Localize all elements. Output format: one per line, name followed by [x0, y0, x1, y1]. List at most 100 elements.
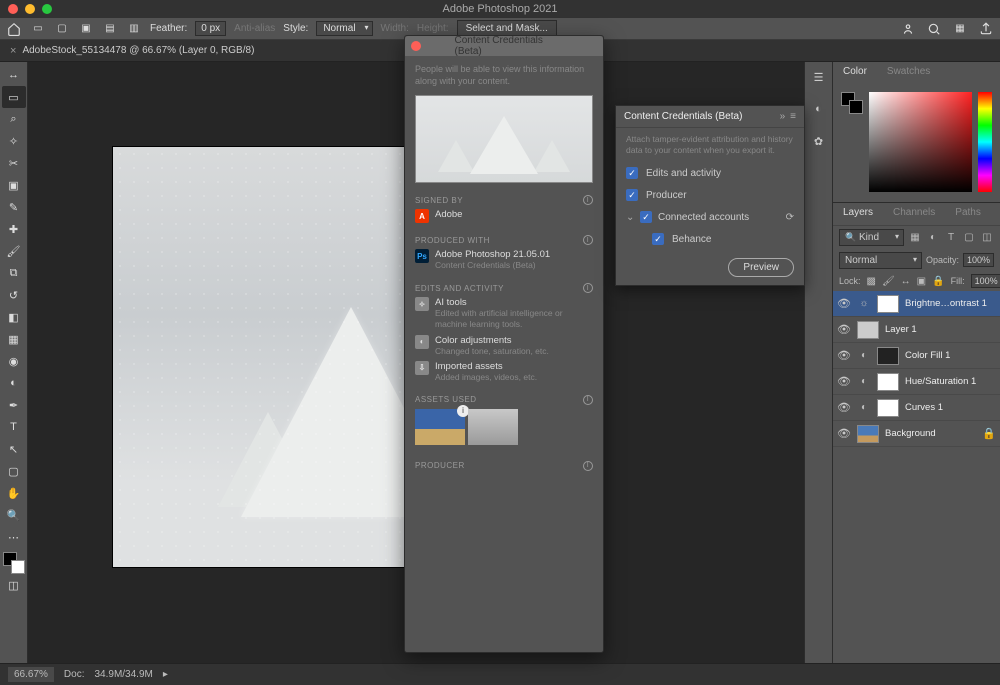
frame-tool[interactable]: ▣ — [2, 174, 26, 196]
healing-tool[interactable]: ✚ — [2, 218, 26, 240]
filter-kind-select[interactable]: 🔍 Kind — [839, 229, 904, 246]
layer-row[interactable]: 👁 Background 🔒 — [833, 421, 1000, 447]
window-minimize[interactable] — [25, 4, 35, 14]
lock-pixels-icon[interactable]: 🖌 — [882, 274, 895, 288]
layer-name[interactable]: Background — [885, 428, 976, 439]
style-select[interactable]: Normal — [316, 21, 372, 36]
lock-position-icon[interactable]: ↔ — [901, 274, 911, 288]
producer-checkbox[interactable]: ✓ — [626, 189, 638, 201]
layer-row[interactable]: 👁 ◐ Curves 1 — [833, 395, 1000, 421]
filter-shape-icon[interactable]: ▢ — [962, 231, 976, 245]
move-tool[interactable]: ↔ — [2, 64, 26, 86]
blur-tool[interactable]: ◉ — [2, 350, 26, 372]
add-selection-icon[interactable]: ▣ — [78, 21, 94, 37]
eyedropper-tool[interactable]: ✎ — [2, 196, 26, 218]
modal-close[interactable] — [411, 41, 421, 51]
path-tool[interactable]: ↖ — [2, 438, 26, 460]
share-icon[interactable] — [900, 21, 916, 37]
filter-smart-icon[interactable]: ◫ — [980, 231, 994, 245]
channels-tab[interactable]: Channels — [883, 203, 945, 225]
edits-checkbox[interactable]: ✓ — [626, 167, 638, 179]
color-field[interactable] — [869, 92, 972, 192]
libraries-icon[interactable]: ☰ — [810, 68, 828, 86]
new-selection-icon[interactable]: ▢ — [54, 21, 70, 37]
blend-mode-select[interactable]: Normal — [839, 252, 922, 269]
asset-thumbnail[interactable] — [468, 409, 518, 445]
lock-artboard-icon[interactable]: ▣ — [917, 274, 926, 288]
color-well[interactable] — [3, 552, 25, 574]
asset-thumbnail[interactable]: i — [415, 409, 465, 445]
dodge-tool[interactable]: ◐ — [2, 372, 26, 394]
hue-slider[interactable] — [978, 92, 992, 192]
zoom-level[interactable]: 66.67% — [8, 667, 54, 682]
filter-pixel-icon[interactable]: ▦ — [908, 231, 922, 245]
close-tab-icon[interactable]: × — [10, 45, 16, 57]
layer-row[interactable]: 👁 Layer 1 — [833, 317, 1000, 343]
shape-tool[interactable]: ▢ — [2, 460, 26, 482]
swatches-tab[interactable]: Swatches — [877, 62, 940, 84]
quick-mask-toggle[interactable]: ◫ — [2, 574, 26, 596]
opacity-input[interactable]: 100% — [963, 253, 994, 267]
filter-type-icon[interactable]: T — [944, 231, 958, 245]
marquee-icon[interactable]: ▭ — [30, 21, 46, 37]
lock-transparency-icon[interactable]: ▩ — [867, 274, 876, 288]
intersect-selection-icon[interactable]: ▥ — [126, 21, 142, 37]
visibility-icon[interactable]: 👁 — [837, 349, 851, 363]
collapse-icon[interactable]: » — [780, 111, 786, 122]
layer-thumbnail[interactable] — [857, 425, 879, 443]
chevron-right-icon[interactable]: ▸ — [163, 669, 168, 680]
stamp-tool[interactable]: ⧉ — [2, 262, 26, 284]
subtract-selection-icon[interactable]: ▤ — [102, 21, 118, 37]
info-icon[interactable]: i — [583, 461, 593, 471]
layer-thumbnail[interactable] — [877, 347, 899, 365]
home-icon[interactable] — [6, 21, 22, 37]
layer-name[interactable]: Layer 1 — [885, 324, 996, 335]
paths-tab[interactable]: Paths — [945, 203, 991, 225]
color-tab[interactable]: Color — [833, 62, 877, 84]
lasso-tool[interactable]: ⌕ — [2, 108, 26, 130]
layer-thumbnail[interactable] — [877, 295, 899, 313]
adjustments-icon[interactable]: ◐ — [810, 100, 828, 118]
layer-thumbnail[interactable] — [877, 373, 899, 391]
layer-name[interactable]: Brightne…ontrast 1 — [905, 298, 996, 309]
layer-row[interactable]: 👁 ◐ Color Fill 1 — [833, 343, 1000, 369]
visibility-icon[interactable]: 👁 — [837, 375, 851, 389]
type-tool[interactable]: T — [2, 416, 26, 438]
behance-checkbox[interactable]: ✓ — [652, 233, 664, 245]
layer-row[interactable]: 👁 ◐ Hue/Saturation 1 — [833, 369, 1000, 395]
layer-name[interactable]: Hue/Saturation 1 — [905, 376, 996, 387]
eraser-tool[interactable]: ◧ — [2, 306, 26, 328]
brush-tool[interactable]: 🖌 — [2, 240, 26, 262]
window-maximize[interactable] — [42, 4, 52, 14]
info-icon[interactable]: i — [583, 395, 593, 405]
layer-thumbnail[interactable] — [877, 399, 899, 417]
window-close[interactable] — [8, 4, 18, 14]
document-tab[interactable]: × AdobeStock_55134478 @ 66.67% (Layer 0,… — [0, 40, 264, 61]
fill-input[interactable]: 100% — [971, 274, 1000, 288]
crop-tool[interactable]: ✂ — [2, 152, 26, 174]
content-credentials-icon[interactable]: ✿ — [810, 132, 828, 150]
visibility-icon[interactable]: 👁 — [837, 427, 851, 441]
preview-button[interactable]: Preview — [728, 258, 794, 277]
feather-input[interactable]: 0 px — [195, 21, 226, 36]
info-icon[interactable]: i — [583, 235, 593, 245]
menu-icon[interactable]: ≡ — [790, 111, 796, 122]
lock-all-icon[interactable]: 🔒 — [932, 274, 944, 288]
connected-checkbox[interactable]: ✓ — [640, 211, 652, 223]
hand-tool[interactable]: ✋ — [2, 482, 26, 504]
visibility-icon[interactable]: 👁 — [837, 401, 851, 415]
layer-row[interactable]: 👁 ☼ Brightne…ontrast 1 — [833, 291, 1000, 317]
layers-tab[interactable]: Layers — [833, 203, 883, 225]
zoom-tool[interactable]: 🔍 — [2, 504, 26, 526]
refresh-icon[interactable]: ⟳ — [786, 212, 794, 223]
info-icon[interactable]: i — [583, 283, 593, 293]
filter-adjust-icon[interactable]: ◐ — [926, 231, 940, 245]
modal-titlebar[interactable]: Content Credentials (Beta) — [405, 36, 603, 56]
panel-color-well[interactable] — [841, 92, 863, 114]
layer-name[interactable]: Curves 1 — [905, 402, 996, 413]
wand-tool[interactable]: ✧ — [2, 130, 26, 152]
expand-toggle[interactable]: ⌄ — [626, 212, 636, 223]
workspace-icon[interactable]: ▦ — [952, 21, 968, 37]
more-tools[interactable]: ⋯ — [2, 526, 26, 548]
layer-name[interactable]: Color Fill 1 — [905, 350, 996, 361]
